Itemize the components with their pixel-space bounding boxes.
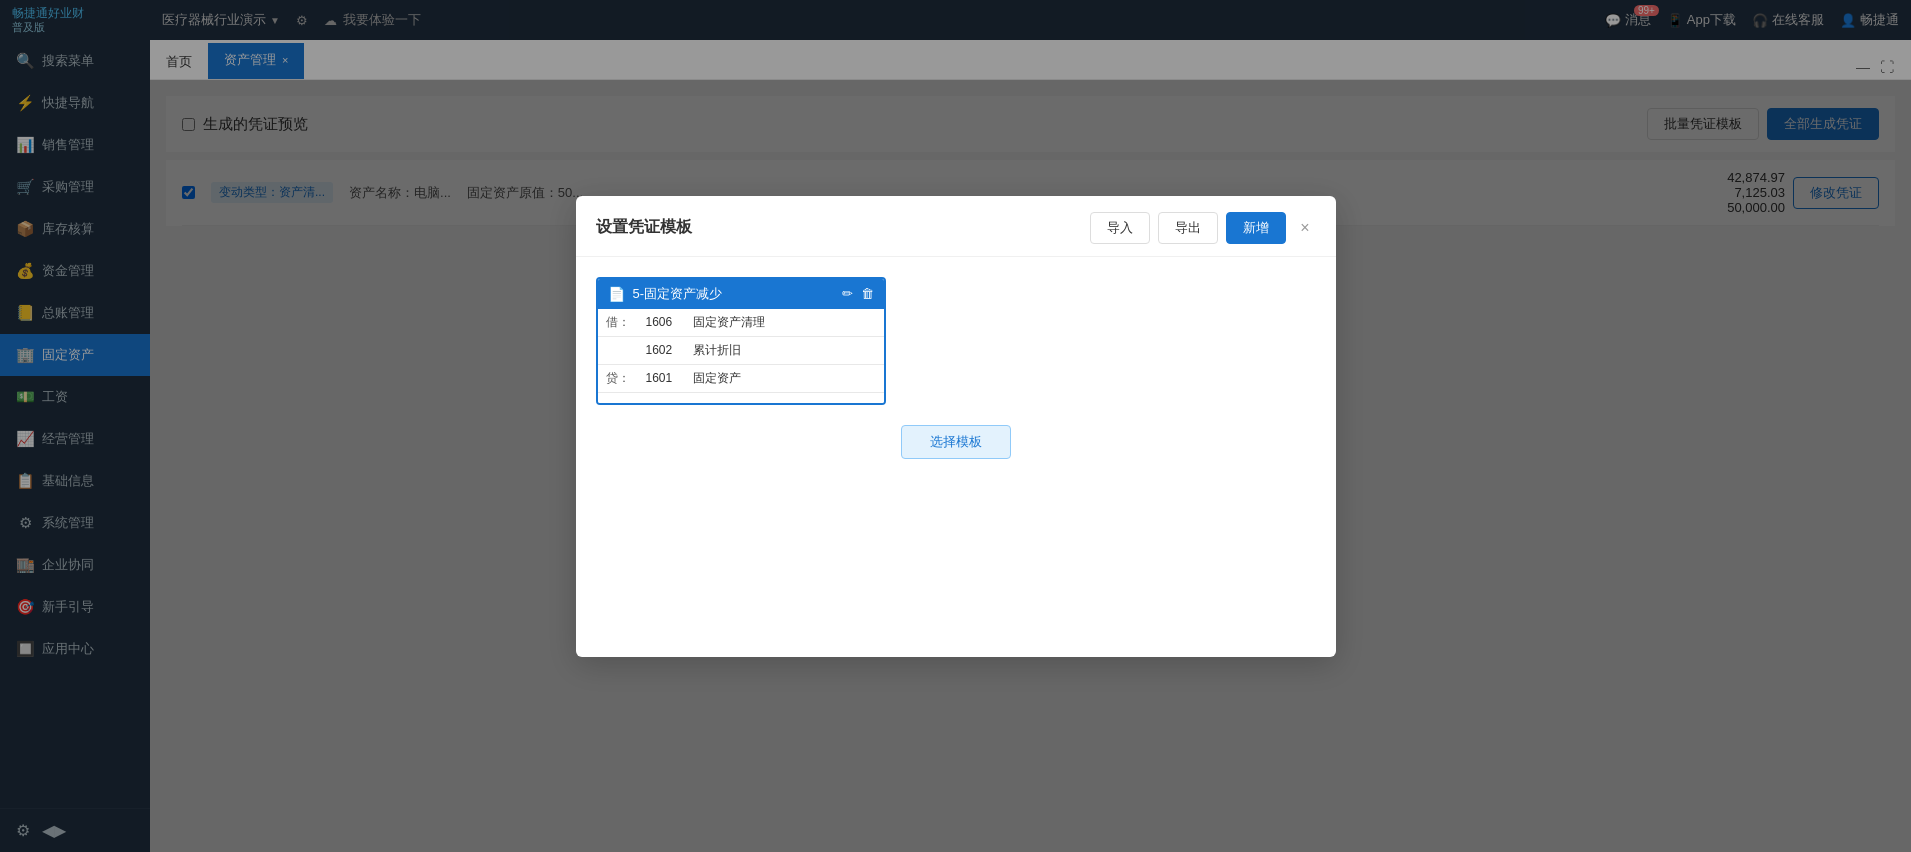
modal-header-actions: 导入 导出 新增 × xyxy=(1090,212,1315,244)
account-side xyxy=(598,336,638,364)
account-name: 固定资产清理 xyxy=(685,309,783,337)
account-side: 贷： xyxy=(598,364,638,392)
new-template-button[interactable]: 新增 xyxy=(1226,212,1286,244)
import-button[interactable]: 导入 xyxy=(1090,212,1150,244)
template-doc-icon: 📄 xyxy=(608,286,625,302)
account-code: 1601 xyxy=(638,364,686,392)
template-card-title: 5-固定资产减少 xyxy=(633,285,723,303)
account-code: 1602 xyxy=(638,336,686,364)
template-card-header: 📄 5-固定资产减少 ✏ 🗑 xyxy=(598,279,884,309)
account-name xyxy=(685,392,783,403)
template-card-body: 借： 1606 固定资产清理 1602 累计折旧 xyxy=(598,309,884,403)
template-card-header-left: 📄 5-固定资产减少 xyxy=(608,285,723,303)
modal-close-icon[interactable]: × xyxy=(1294,217,1315,239)
account-debit xyxy=(784,392,834,403)
account-name: 累计折旧 xyxy=(685,336,783,364)
template-accounts-table: 借： 1606 固定资产清理 1602 累计折旧 xyxy=(598,309,884,403)
account-side xyxy=(598,392,638,403)
select-template-button[interactable]: 选择模板 xyxy=(901,425,1011,459)
template-card-header-right: ✏ 🗑 xyxy=(842,286,874,301)
account-credit xyxy=(834,336,884,364)
template-account-row: 借： 1606 固定资产清理 xyxy=(598,309,884,337)
modal-body: 📄 5-固定资产减少 ✏ 🗑 借： 1606 xyxy=(576,257,1336,657)
account-code: 1606 xyxy=(638,309,686,337)
account-name: 固定资产 xyxy=(685,364,783,392)
account-credit xyxy=(834,309,884,337)
template-delete-icon[interactable]: 🗑 xyxy=(861,286,874,301)
modal-overlay: 设置凭证模板 导入 导出 新增 × 📄 5-固定资产减少 xyxy=(0,0,1911,852)
template-account-row: 1602 累计折旧 xyxy=(598,336,884,364)
account-debit xyxy=(784,336,834,364)
account-debit xyxy=(784,309,834,337)
template-account-row xyxy=(598,392,884,403)
template-card: 📄 5-固定资产减少 ✏ 🗑 借： 1606 xyxy=(596,277,886,405)
template-edit-icon[interactable]: ✏ xyxy=(842,286,853,301)
template-account-row: 贷： 1601 固定资产 xyxy=(598,364,884,392)
modal-title: 设置凭证模板 xyxy=(596,217,692,238)
account-side: 借： xyxy=(598,309,638,337)
account-credit xyxy=(834,364,884,392)
account-debit xyxy=(784,364,834,392)
voucher-template-modal: 设置凭证模板 导入 导出 新增 × 📄 5-固定资产减少 xyxy=(576,196,1336,657)
account-credit xyxy=(834,392,884,403)
account-code xyxy=(638,392,686,403)
export-button[interactable]: 导出 xyxy=(1158,212,1218,244)
modal-header: 设置凭证模板 导入 导出 新增 × xyxy=(576,196,1336,257)
